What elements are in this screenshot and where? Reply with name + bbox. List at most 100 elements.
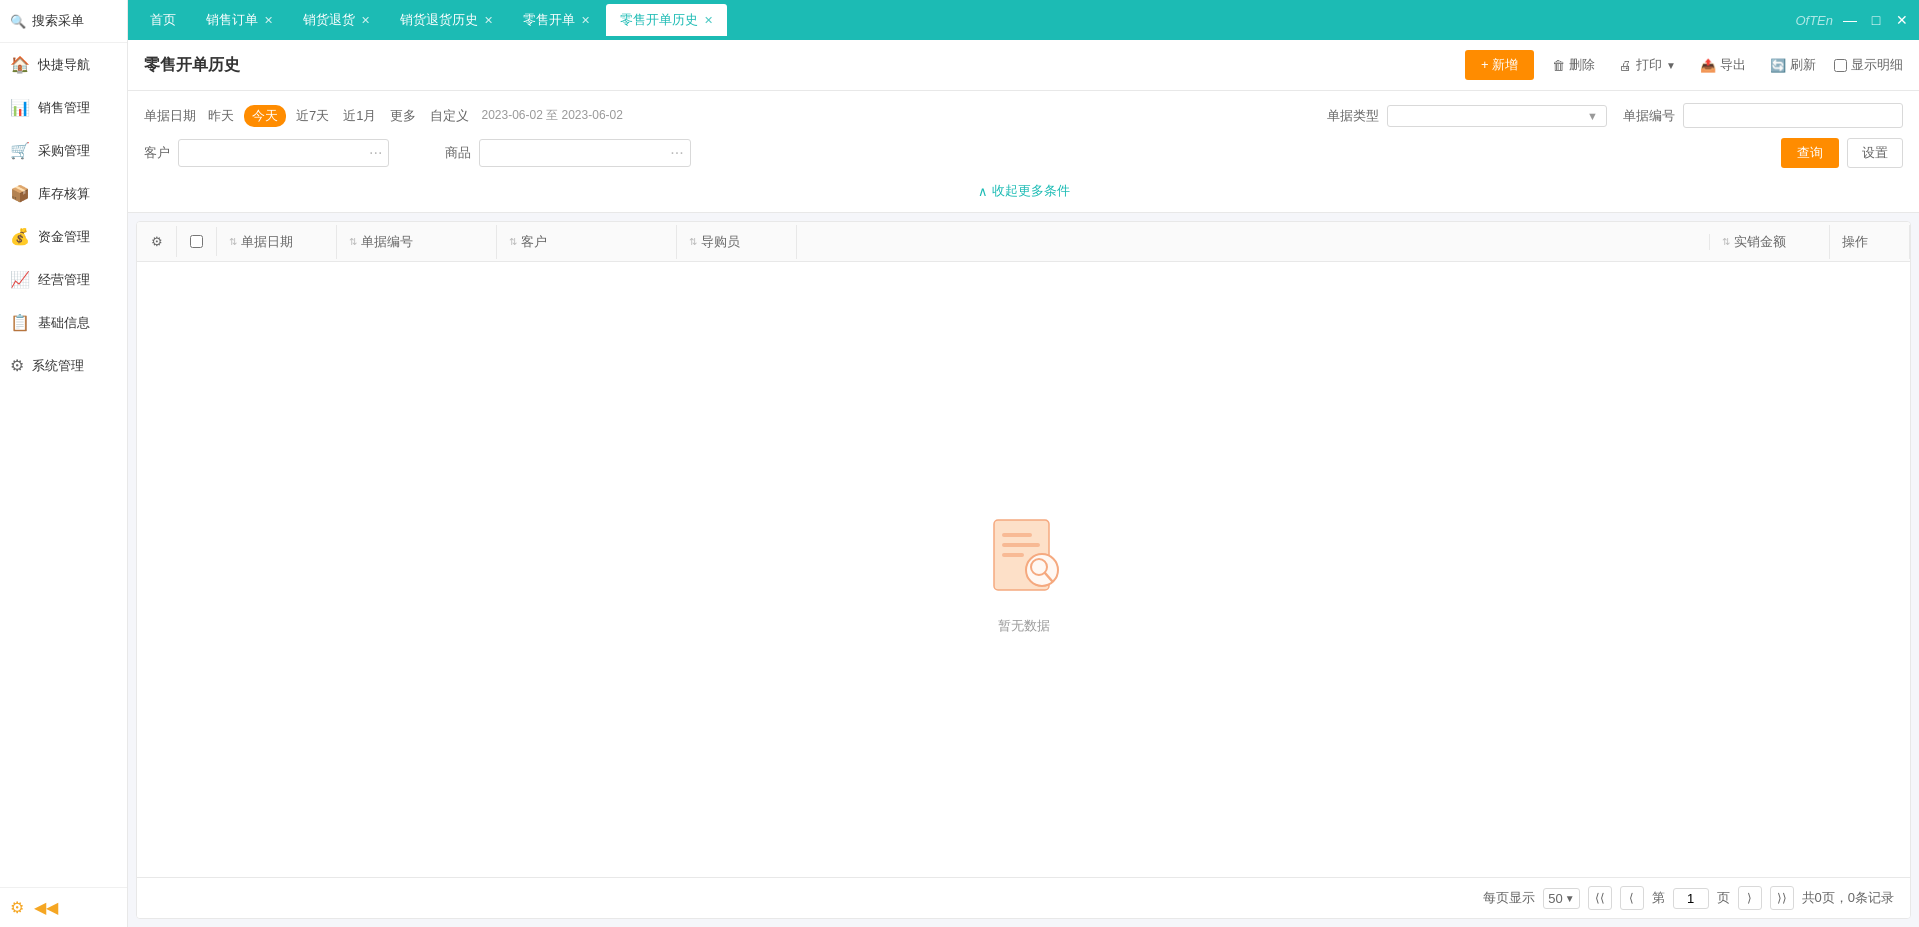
tab-retail-open[interactable]: 零售开单✕: [509, 4, 604, 36]
sidebar-item-inventory[interactable]: 📦 库存核算: [0, 172, 127, 215]
prev-page-button[interactable]: ⟨: [1620, 886, 1644, 910]
order-no-filter: 单据编号: [1623, 103, 1903, 128]
next-page-button[interactable]: ⟩: [1738, 886, 1762, 910]
tab-close-retail-open[interactable]: ✕: [581, 14, 590, 27]
page-size-select[interactable]: 50 ▼: [1543, 888, 1579, 909]
empty-state: 暂无数据: [137, 262, 1910, 877]
page-number-input[interactable]: [1673, 888, 1709, 909]
filter-action-area: 查询 设置: [1781, 138, 1903, 168]
search-menu-item[interactable]: 🔍 搜索采单: [0, 0, 127, 43]
select-all-checkbox[interactable]: [190, 235, 203, 248]
tab-sales-return[interactable]: 销货退货✕: [289, 4, 384, 36]
sidebar-item-operations[interactable]: 📈 经营管理: [0, 258, 127, 301]
tab-sales-order[interactable]: 销售订单✕: [192, 4, 287, 36]
sidebar-item-purchase-mgmt[interactable]: 🛒 采购管理: [0, 129, 127, 172]
order-no-input[interactable]: [1683, 103, 1903, 128]
window-controls: OfTEn — □ ✕: [1795, 11, 1911, 29]
add-button[interactable]: + 新增: [1465, 50, 1534, 80]
th-checkbox[interactable]: [177, 227, 217, 256]
sidebar-icon-operations: 📈: [10, 270, 30, 289]
tab-close-sales-order[interactable]: ✕: [264, 14, 273, 27]
sidebar-label-sys-mgmt: 系统管理: [32, 357, 84, 375]
sidebar-item-basic-info[interactable]: 📋 基础信息: [0, 301, 127, 344]
goods-filter: 商品 ···: [445, 139, 690, 167]
sort-date-icon[interactable]: ⇅: [229, 236, 237, 247]
sidebar-item-finance[interactable]: 💰 资金管理: [0, 215, 127, 258]
refresh-button[interactable]: 🔄 刷新: [1764, 52, 1822, 78]
content-area: 零售开单历史 + 新增 🗑 删除 🖨 打印 ▼ 📤 导出 🔄: [128, 40, 1919, 927]
print-dropdown-icon: ▼: [1666, 60, 1676, 71]
close-button[interactable]: ✕: [1893, 11, 1911, 29]
svg-rect-1: [1002, 533, 1032, 537]
tab-home[interactable]: 首页: [136, 4, 190, 36]
page-actions: + 新增 🗑 删除 🖨 打印 ▼ 📤 导出 🔄 刷新: [1465, 50, 1903, 80]
settings-icon[interactable]: ⚙: [10, 898, 24, 917]
sort-customer-icon[interactable]: ⇅: [509, 236, 517, 247]
settings-button[interactable]: 设置: [1847, 138, 1903, 168]
date-options: 昨天今天近7天近1月更多自定义: [204, 105, 473, 127]
minimize-button[interactable]: —: [1841, 11, 1859, 29]
delete-button[interactable]: 🗑 删除: [1546, 52, 1601, 78]
filter-row-2: 客户 ··· 商品 ··· 查询 设置: [144, 138, 1903, 168]
sidebar-item-quick-nav[interactable]: 🏠 快捷导航: [0, 43, 127, 86]
customer-input[interactable]: [179, 142, 363, 165]
sidebar-label-finance: 资金管理: [38, 228, 90, 246]
filter-area: 单据日期 昨天今天近7天近1月更多自定义 2023-06-02 至 2023-0…: [128, 91, 1919, 213]
tab-retail-open-history[interactable]: 零售开单历史 ✕: [606, 4, 727, 36]
customer-label: 客户: [144, 144, 170, 162]
date-opt-custom[interactable]: 自定义: [426, 105, 473, 127]
date-opt-last7[interactable]: 近7天: [292, 105, 333, 127]
page-label: 页: [1717, 889, 1730, 907]
maximize-button[interactable]: □: [1867, 11, 1885, 29]
table-header: ⚙ ⇅ 单据日期 ⇅ 单据编号 ⇅ 客户 ⇅: [137, 222, 1910, 262]
sort-order-icon[interactable]: ⇅: [349, 236, 357, 247]
customer-filter: 客户 ···: [144, 139, 389, 167]
order-type-select[interactable]: ▼: [1387, 105, 1607, 127]
display-cols-checkbox[interactable]: [1834, 59, 1847, 72]
page-size-value: 50: [1548, 891, 1562, 906]
order-type-label: 单据类型: [1327, 107, 1379, 125]
display-cols-toggle[interactable]: 显示明细: [1834, 56, 1903, 74]
delete-icon: 🗑: [1552, 58, 1565, 73]
date-opt-last_month[interactable]: 近1月: [339, 105, 380, 127]
print-button[interactable]: 🖨 打印 ▼: [1613, 52, 1682, 78]
date-opt-today[interactable]: 今天: [244, 105, 286, 127]
tab-sales-return-history[interactable]: 销货退货历史✕: [386, 4, 507, 36]
sidebar-label-purchase-mgmt: 采购管理: [38, 142, 90, 160]
date-filter: 单据日期 昨天今天近7天近1月更多自定义 2023-06-02 至 2023-0…: [144, 105, 623, 127]
export-button[interactable]: 📤 导出: [1694, 52, 1752, 78]
tab-close-sales-return[interactable]: ✕: [361, 14, 370, 27]
sidebar-item-sys-mgmt[interactable]: ⚙ 系统管理: [0, 344, 127, 387]
collapse-sidebar-icon[interactable]: ◀◀: [34, 898, 58, 917]
sidebar-icon-sales-mgmt: 📊: [10, 98, 30, 117]
date-opt-more[interactable]: 更多: [386, 105, 420, 127]
sort-guide-icon[interactable]: ⇅: [689, 236, 697, 247]
query-button[interactable]: 查询: [1781, 138, 1839, 168]
date-label: 单据日期: [144, 107, 196, 125]
page-title: 零售开单历史: [144, 55, 240, 76]
th-settings[interactable]: ⚙: [137, 226, 177, 257]
sidebar-icon-inventory: 📦: [10, 184, 30, 203]
customer-dots-icon[interactable]: ···: [363, 140, 388, 166]
goods-dots-icon[interactable]: ···: [664, 140, 689, 166]
goods-label: 商品: [445, 144, 471, 162]
sidebar-item-sales-mgmt[interactable]: 📊 销售管理: [0, 86, 127, 129]
sidebar-icon-quick-nav: 🏠: [10, 55, 30, 74]
brand-label: OfTEn: [1795, 13, 1833, 28]
goods-input[interactable]: [480, 142, 664, 165]
tab-label-retail-open-history: 零售开单历史: [620, 11, 698, 29]
collapse-filter-link[interactable]: ∧ 收起更多条件: [144, 178, 1903, 200]
date-opt-yesterday[interactable]: 昨天: [204, 105, 238, 127]
tab-close-sales-return-history[interactable]: ✕: [484, 14, 493, 27]
date-range: 2023-06-02 至 2023-06-02: [481, 107, 622, 124]
refresh-icon: 🔄: [1770, 58, 1786, 73]
search-icon: 🔍: [10, 14, 26, 29]
last-page-button[interactable]: ⟩⟩: [1770, 886, 1794, 910]
tab-close-retail-open-history[interactable]: ✕: [704, 14, 713, 27]
order-type-filter: 单据类型 ▼: [1327, 105, 1607, 127]
pagination: 每页显示 50 ▼ ⟨⟨ ⟨ 第 页 ⟩ ⟩⟩ 共0页，0条记录: [137, 877, 1910, 918]
first-page-button[interactable]: ⟨⟨: [1588, 886, 1612, 910]
print-icon: 🖨: [1619, 58, 1632, 73]
th-date: ⇅ 单据日期: [217, 225, 337, 259]
sort-amount-icon[interactable]: ⇅: [1722, 236, 1730, 247]
